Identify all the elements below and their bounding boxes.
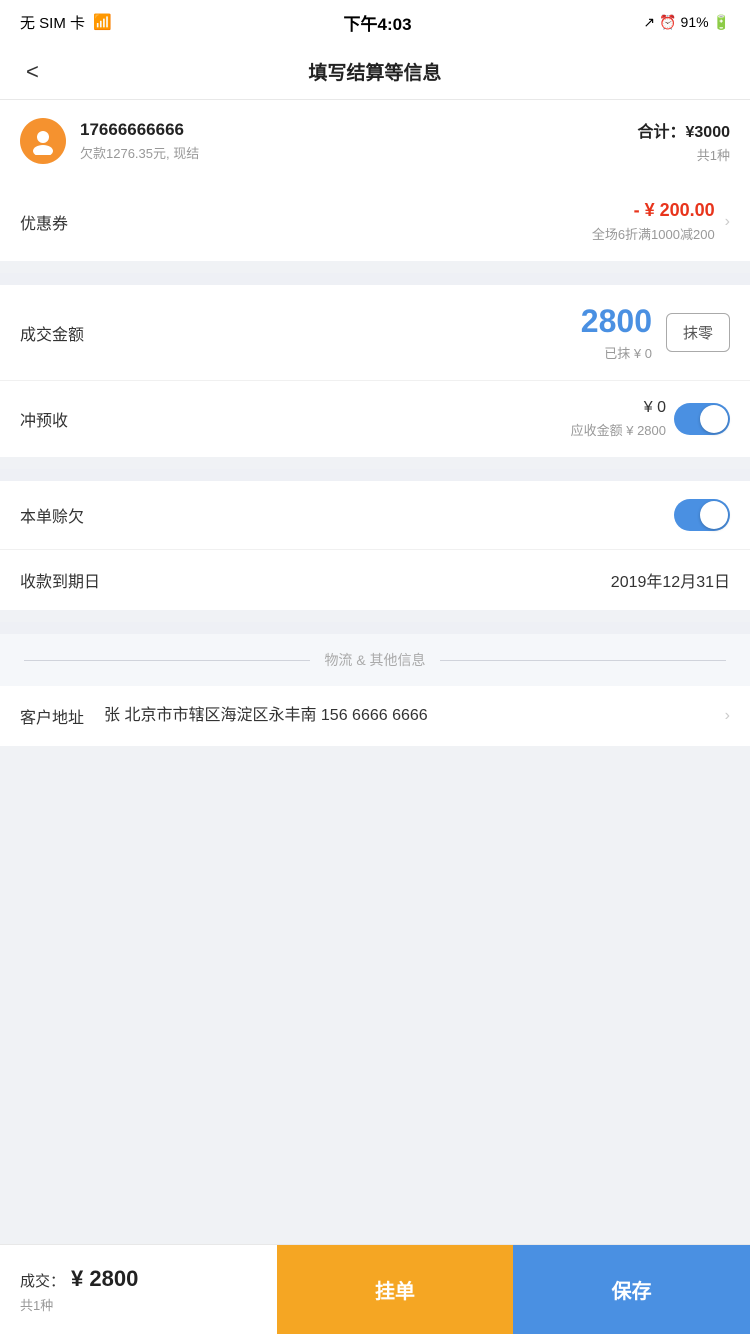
prepay-row: 冲预收 ¥ 0 应收金额 ¥ 2800 (0, 380, 750, 457)
debt-row: 本单赊欠 (0, 481, 750, 549)
debt-label: 本单赊欠 (20, 503, 84, 527)
coupon-row[interactable]: 优惠券 - ¥ 200.00 全场6折满1000减200 › (0, 182, 750, 261)
customer-phone: 17666666666 (80, 120, 638, 140)
footer-info: 成交： ¥ 2800 共1种 (0, 1266, 277, 1314)
deal-amount-row: 成交金额 2800 已抹 ¥ 0 抹零 (0, 285, 750, 380)
footer-deal-amount: ¥ 2800 (71, 1266, 138, 1292)
back-button[interactable]: < (18, 51, 47, 93)
nav-bar: < 填写结算等信息 (0, 44, 750, 100)
deal-amount-label: 成交金额 (20, 321, 84, 345)
logistics-line-left (24, 660, 310, 661)
footer: 成交： ¥ 2800 共1种 挂单 保存 (0, 1244, 750, 1334)
status-left: 无 SIM 卡 📶 (20, 12, 112, 33)
round-zero-button[interactable]: 抹零 (666, 313, 730, 352)
customer-total: 合计：¥3000 共1种 (638, 118, 731, 164)
footer-count: 共1种 (20, 1295, 257, 1314)
alarm-icon: ⏰ (659, 14, 676, 31)
battery-icon: 🔋 (713, 14, 730, 31)
debt-card: 本单赊欠 收款到期日 2019年12月31日 (0, 481, 750, 610)
hang-button[interactable]: 挂单 (277, 1245, 514, 1334)
address-label: 客户地址 (20, 704, 84, 728)
address-chevron-icon: › (725, 707, 730, 725)
wifi-icon: 📶 (93, 13, 112, 31)
footer-deal-label: 成交： (20, 1270, 65, 1291)
divider-2 (0, 469, 750, 481)
status-time: 下午4:03 (344, 10, 412, 35)
no-sim-text: 无 SIM 卡 (20, 12, 85, 33)
coupon-discount: - ¥ 200.00 (592, 200, 715, 221)
debt-toggle[interactable] (674, 499, 730, 531)
prepay-right: ¥ 0 应收金额 ¥ 2800 (571, 399, 730, 439)
toggle-knob (700, 405, 728, 433)
status-right: ↗ ⏰ 91% 🔋 (643, 14, 730, 31)
prepay-label: 冲预收 (20, 407, 68, 431)
address-value: 张 北京市市辖区海淀区永丰南 156 6666 6666 (104, 704, 705, 728)
deal-right: 2800 已抹 ¥ 0 抹零 (581, 303, 730, 362)
content: 17666666666 欠款1276.35元, 现结 合计：¥3000 共1种 … (0, 100, 750, 1006)
customer-card: 17666666666 欠款1276.35元, 现结 合计：¥3000 共1种 … (0, 100, 750, 261)
coupon-col: - ¥ 200.00 全场6折满1000减200 (592, 200, 715, 243)
prepay-sub: 应收金额 ¥ 2800 (571, 420, 666, 439)
deal-amount-sub: 已抹 ¥ 0 (581, 343, 652, 362)
deal-card: 成交金额 2800 已抹 ¥ 0 抹零 冲预收 ¥ 0 应收金额 ¥ 2800 (0, 285, 750, 457)
customer-row: 17666666666 欠款1276.35元, 现结 合计：¥3000 共1种 (0, 100, 750, 182)
page-title: 填写结算等信息 (308, 58, 441, 85)
empty-space (0, 746, 750, 906)
due-date-value: 2019年12月31日 (611, 568, 730, 592)
coupon-right: - ¥ 200.00 全场6折满1000减200 › (592, 200, 730, 243)
status-bar: 无 SIM 卡 📶 下午4:03 ↗ ⏰ 91% 🔋 (0, 0, 750, 44)
address-row[interactable]: 客户地址 张 北京市市辖区海淀区永丰南 156 6666 6666 › (0, 686, 750, 746)
debt-right (674, 499, 730, 531)
deal-amount-col: 2800 已抹 ¥ 0 (581, 303, 652, 362)
due-date-row: 收款到期日 2019年12月31日 (0, 549, 750, 610)
avatar (20, 118, 66, 164)
save-button[interactable]: 保存 (513, 1245, 750, 1334)
total-count: 共1种 (638, 145, 731, 164)
coupon-label: 优惠券 (20, 210, 68, 234)
prepay-value-col: ¥ 0 应收金额 ¥ 2800 (571, 399, 666, 439)
battery-text: 91% (681, 14, 709, 30)
footer-deal: 成交： ¥ 2800 (20, 1266, 257, 1292)
divider-1 (0, 273, 750, 285)
coupon-desc: 全场6折满1000减200 (592, 224, 715, 243)
prepay-toggle[interactable] (674, 403, 730, 435)
debt-toggle-knob (700, 501, 728, 529)
customer-info: 17666666666 欠款1276.35元, 现结 (80, 120, 638, 162)
due-date-label: 收款到期日 (20, 568, 100, 592)
chevron-right-icon: › (725, 213, 730, 231)
deal-amount-value: 2800 (581, 303, 652, 340)
prepay-value: ¥ 0 (571, 399, 666, 417)
divider-3 (0, 622, 750, 634)
total-amount: 合计：¥3000 (638, 118, 731, 142)
logistics-text: 物流 & 其他信息 (310, 650, 439, 670)
logistics-line-right (440, 660, 726, 661)
avatar-icon (29, 127, 57, 155)
location-icon: ↗ (643, 14, 655, 31)
logistics-divider: 物流 & 其他信息 (0, 634, 750, 686)
customer-note: 欠款1276.35元, 现结 (80, 143, 638, 162)
